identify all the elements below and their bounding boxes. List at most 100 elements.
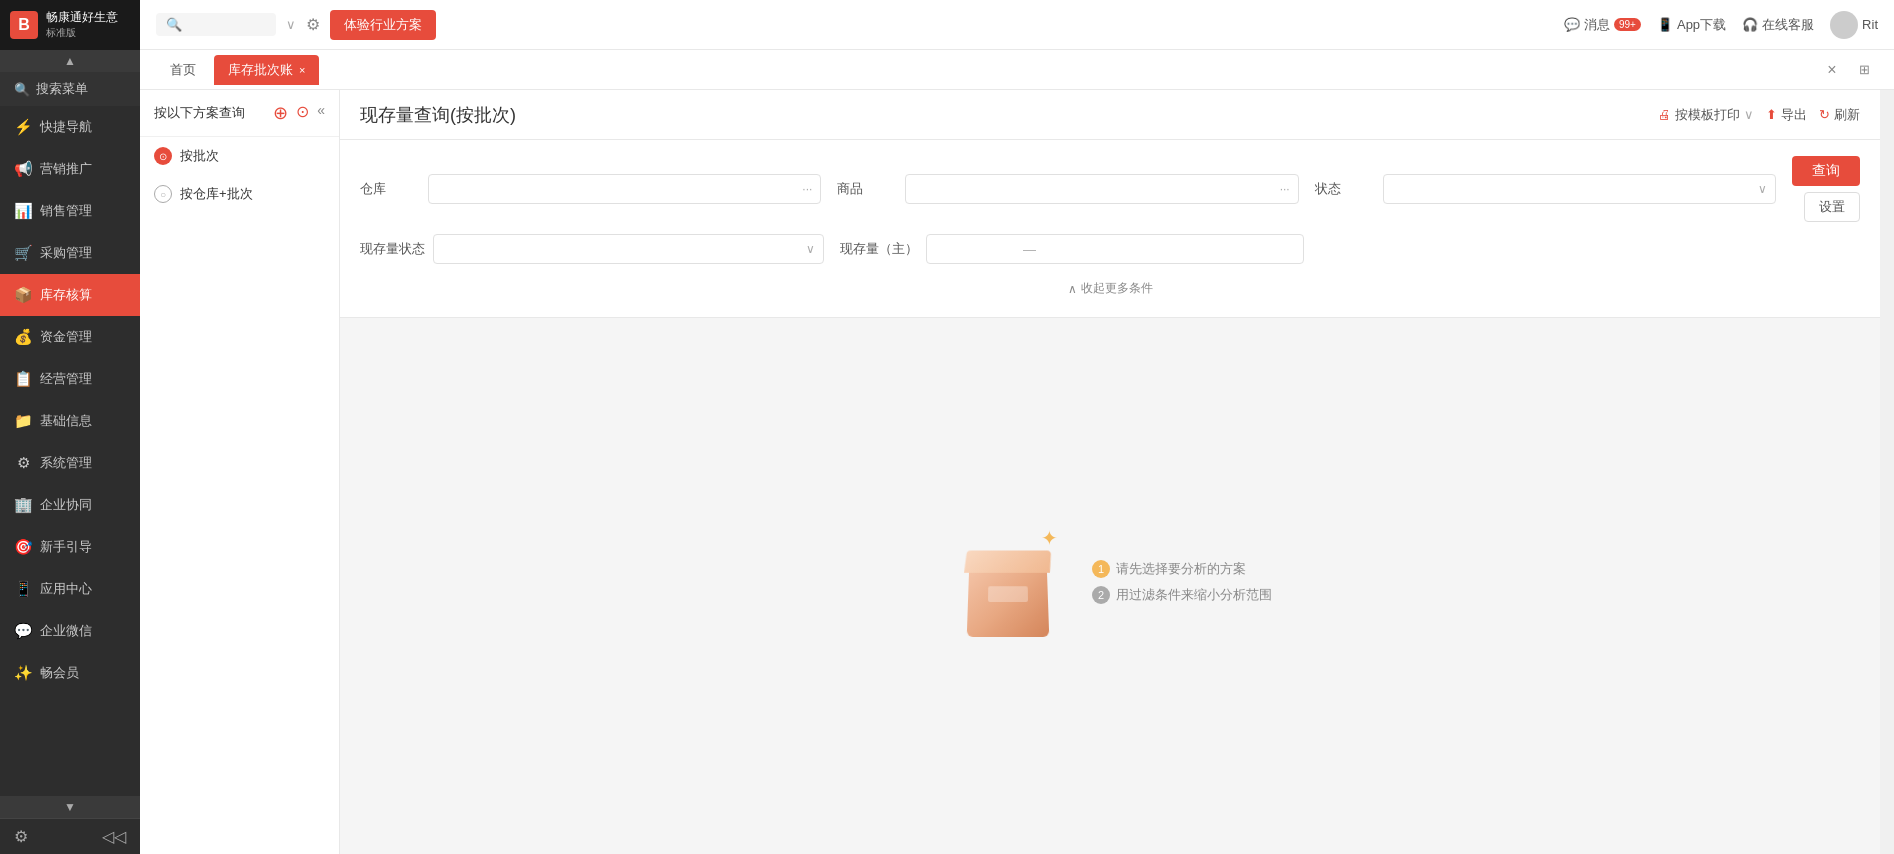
tab-active-label: 库存批次账	[228, 61, 293, 79]
collapse-sidebar-icon[interactable]: ◁◁	[102, 827, 126, 846]
online-service-button[interactable]: 🎧 在线客服	[1742, 16, 1814, 34]
page-header: 现存量查询(按批次) 🖨 按模板打印 ∨ ⬆ 导出 ↻ 刷新	[340, 90, 1880, 140]
sidebar-item-sales[interactable]: 📊 销售管理	[0, 190, 140, 232]
empty-illustration: ✦	[948, 526, 1068, 646]
settings-icon[interactable]: ⚙	[14, 827, 28, 846]
add-scheme-icon[interactable]: ⊕	[273, 102, 288, 124]
sidebar-item-label: 企业微信	[40, 622, 92, 640]
tabs-bar: 首页 库存批次账 × × ⊞	[140, 50, 1894, 90]
sidebar-item-wechat[interactable]: 💬 企业微信	[0, 610, 140, 652]
sidebar-item-marketing[interactable]: 📢 营销推广	[0, 148, 140, 190]
sidebar-item-vip[interactable]: ✨ 畅会员	[0, 652, 140, 694]
export-button[interactable]: ⬆ 导出	[1766, 106, 1807, 124]
sidebar-item-purchase[interactable]: 🛒 采购管理	[0, 232, 140, 274]
collapse-row[interactable]: ∧ 收起更多条件	[360, 276, 1860, 301]
sidebar-header: B 畅康通好生意 标准版	[0, 0, 140, 50]
sidebar-item-operations[interactable]: 📋 经营管理	[0, 358, 140, 400]
search-menu-label: 搜索菜单	[36, 80, 88, 98]
collapse-panel-icon[interactable]: «	[317, 102, 325, 124]
settings-button[interactable]: 设置	[1804, 192, 1860, 222]
sidebar-item-finance[interactable]: 💰 资金管理	[0, 316, 140, 358]
warehouse-label: 仓库	[360, 180, 420, 198]
messages-button[interactable]: 💬 消息 99+	[1564, 16, 1641, 34]
scroll-up-button[interactable]: ▲	[0, 50, 140, 72]
filter-item-batch[interactable]: ⊙ 按批次	[140, 137, 339, 175]
app-download-button[interactable]: 📱 App下载	[1657, 16, 1726, 34]
product-more-icon[interactable]: ···	[1280, 182, 1290, 196]
sidebar-item-apps[interactable]: 📱 应用中心	[0, 568, 140, 610]
sidebar-item-newbie[interactable]: 🎯 新手引导	[0, 526, 140, 568]
print-icon: 🖨	[1658, 107, 1671, 122]
newbie-icon: 🎯	[14, 538, 32, 556]
search-icon: 🔍	[166, 17, 182, 32]
panel-settings-button[interactable]: ⊞	[1850, 56, 1878, 84]
search-icon: 🔍	[14, 82, 30, 97]
app-logo: B	[10, 11, 38, 39]
topbar-search-box[interactable]: 🔍	[156, 13, 276, 36]
sidebar-item-inventory[interactable]: 📦 库存核算	[0, 274, 140, 316]
user-menu[interactable]: Rit	[1830, 11, 1878, 39]
sidebar-item-quick-nav[interactable]: ⚡ 快捷导航	[0, 106, 140, 148]
inventory-status-label: 现存量状态	[360, 240, 425, 258]
sidebar-footer: ⚙ ◁◁	[0, 818, 140, 854]
search-menu-item[interactable]: 🔍 搜索菜单	[0, 72, 140, 106]
status-select[interactable]: ∨	[1383, 174, 1776, 204]
sidebar-item-label: 企业协同	[40, 496, 92, 514]
vip-icon: ✨	[14, 664, 32, 682]
online-service-label: 在线客服	[1762, 16, 1814, 34]
main-content: 现存量查询(按批次) 🖨 按模板打印 ∨ ⬆ 导出 ↻ 刷新	[340, 90, 1880, 854]
export-label: 导出	[1781, 106, 1807, 124]
action-col: 查询 设置	[1792, 156, 1860, 222]
sidebar-item-enterprise[interactable]: 🏢 企业协同	[0, 484, 140, 526]
search-row-2: 现存量状态 ∨ 现存量（主） —	[360, 234, 1860, 264]
print-chevron-icon: ∨	[1744, 107, 1754, 122]
system-icon: ⚙	[14, 454, 32, 472]
operations-icon: 📋	[14, 370, 32, 388]
right-scrollbar[interactable]	[1880, 90, 1894, 854]
search-input[interactable]	[186, 18, 266, 32]
topbar: 🔍 ∨ ⚙ 体验行业方案 💬 消息 99+ 📱 App下载 🎧 在线客服 Rit	[140, 0, 1894, 50]
trial-button[interactable]: 体验行业方案	[330, 10, 436, 40]
filter-item-warehouse-batch[interactable]: ○ 按仓库+批次	[140, 175, 339, 213]
warehouse-batch-icon: ○	[154, 185, 172, 203]
warehouse-field: 仓库 ···	[360, 174, 821, 204]
purchase-icon: 🛒	[14, 244, 32, 262]
filter-panel-title: 按以下方案查询	[154, 104, 245, 122]
scroll-down-button[interactable]: ▼	[0, 796, 140, 818]
status-field: 状态 ∨	[1315, 174, 1776, 204]
sidebar-nav: ⚡ 快捷导航 📢 营销推广 📊 销售管理 🛒 采购管理 📦 库存核算 💰 资金管…	[0, 106, 140, 796]
quantity-dash: —	[1023, 242, 1036, 257]
empty-hints: 1 请先选择要分析的方案 2 用过滤条件来缩小分析范围	[1092, 560, 1272, 612]
status-chevron-icon: ∨	[1758, 182, 1767, 196]
sidebar-item-system[interactable]: ⚙ 系统管理	[0, 442, 140, 484]
status-label: 状态	[1315, 180, 1375, 198]
warehouse-more-icon[interactable]: ···	[802, 182, 812, 196]
filter-item-batch-label: 按批次	[180, 147, 219, 165]
chevron-down-icon[interactable]: ∨	[286, 17, 296, 32]
warehouse-input[interactable]: ···	[428, 174, 821, 204]
inventory-status-select[interactable]: ∨	[433, 234, 824, 264]
sidebar-item-label: 库存核算	[40, 286, 92, 304]
query-button[interactable]: 查询	[1792, 156, 1860, 186]
scheme-settings-icon[interactable]: ⊙	[296, 102, 309, 124]
collapse-up-icon: ∧	[1068, 282, 1077, 296]
topbar-gear-icon[interactable]: ⚙	[306, 15, 320, 34]
product-input[interactable]: ···	[905, 174, 1298, 204]
messages-label: 消息	[1584, 16, 1610, 34]
print-button[interactable]: 🖨 按模板打印 ∨	[1658, 106, 1754, 124]
inventory-status-chevron-icon: ∨	[806, 242, 815, 256]
topbar-actions: 💬 消息 99+ 📱 App下载 🎧 在线客服 Rit	[1564, 11, 1878, 39]
panel-close-button[interactable]: ×	[1818, 56, 1846, 84]
tab-inventory-batch[interactable]: 库存批次账 ×	[214, 55, 319, 85]
quantity-to-input[interactable]	[1044, 242, 1124, 257]
empty-state: ✦ 1 请先选择要分析的方案 2 用过滤条件来缩小分析范围	[340, 318, 1880, 854]
quantity-input-wrap[interactable]: —	[926, 234, 1304, 264]
filter-panel-header: 按以下方案查询 ⊕ ⊙ «	[140, 90, 339, 137]
quantity-field: 现存量（主） —	[840, 234, 1304, 264]
refresh-button[interactable]: ↻ 刷新	[1819, 106, 1860, 124]
tab-close-icon[interactable]: ×	[299, 64, 305, 76]
tab-home[interactable]: 首页	[156, 55, 210, 85]
sidebar-item-label: 资金管理	[40, 328, 92, 346]
sidebar-item-basics[interactable]: 📁 基础信息	[0, 400, 140, 442]
quantity-from-input[interactable]	[935, 242, 1015, 257]
